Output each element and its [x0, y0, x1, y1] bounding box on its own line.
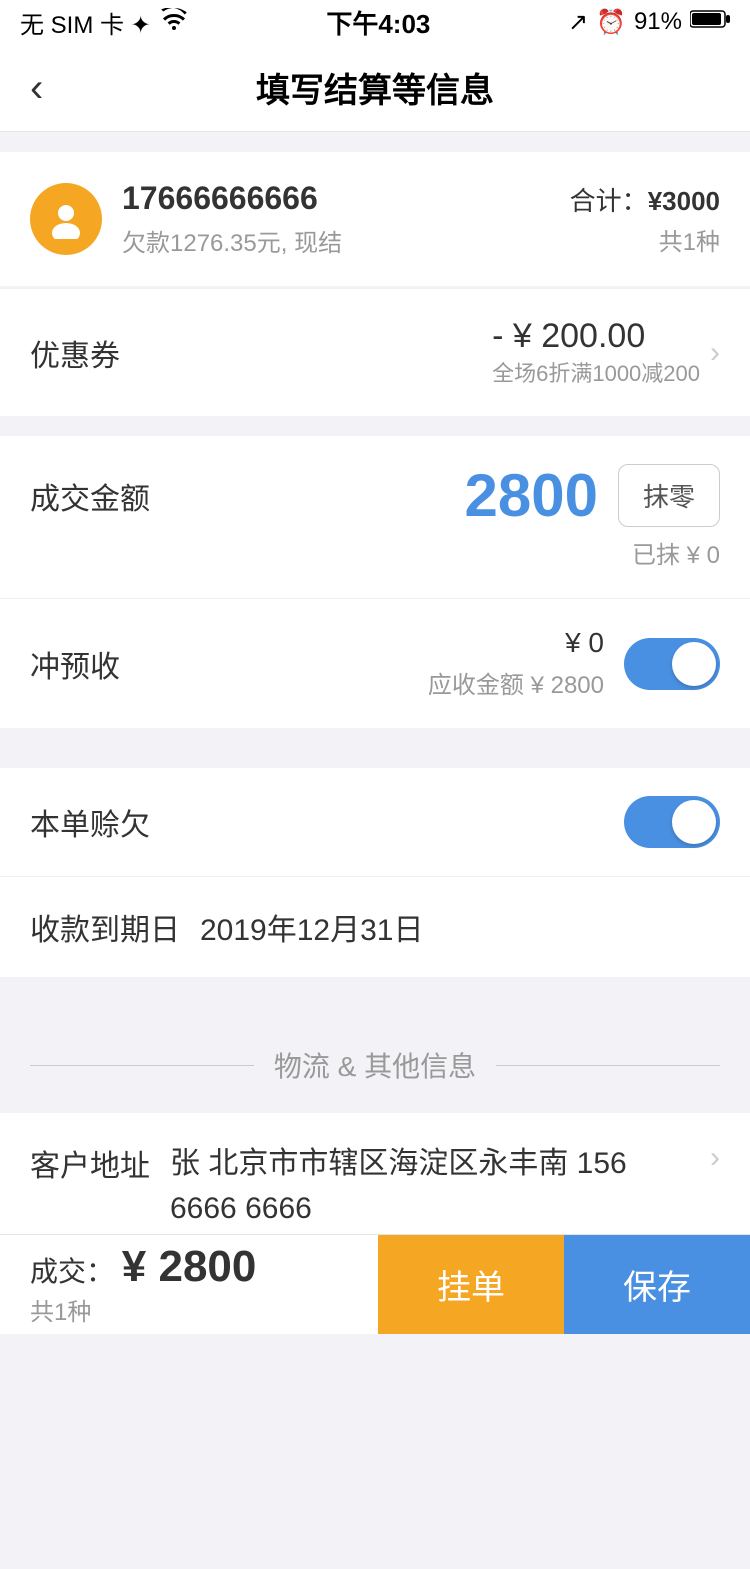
chevron-right-icon: ›: [710, 336, 720, 370]
status-bar: 无 SIM 卡 ✦ 下午4:03 ↗ ⏰ 91%: [0, 0, 750, 44]
pre-collection-label: 冲预收: [30, 642, 120, 686]
status-time: 下午4:03: [326, 4, 430, 41]
pre-collection-sub: 应收金额 ¥ 2800: [428, 665, 604, 700]
coupon-right: - ¥ 200.00 全场6折满1000减200 ›: [492, 317, 720, 388]
hang-button[interactable]: 挂单: [378, 1235, 564, 1334]
pre-collection-toggle[interactable]: [624, 638, 720, 690]
coupon-label: 优惠券: [30, 331, 120, 375]
battery-icon: [690, 8, 730, 36]
footer-amount: ¥ 2800: [122, 1242, 257, 1291]
address-chevron-icon: ›: [710, 1141, 720, 1175]
address-label: 客户地址: [30, 1141, 150, 1185]
customer-info: 17666666666 欠款1276.35元, 现结: [122, 180, 342, 258]
pre-collection-row: 冲预收 ¥ 0 应收金额 ¥ 2800: [0, 598, 750, 728]
divider-line-right: [496, 1065, 720, 1066]
footer: 成交： ¥ 2800 共1种 挂单 保存: [0, 1234, 750, 1334]
deal-amount-label: 成交金额: [30, 474, 150, 518]
deal-amount-row: 成交金额 2800 抹零: [30, 464, 720, 527]
deal-amount-value: 2800: [465, 466, 598, 526]
pre-collection-info: ¥ 0 应收金额 ¥ 2800: [428, 627, 604, 700]
customer-total: 合计：¥3000 共1种: [570, 181, 720, 257]
coupon-desc: 全场6折满1000减200: [492, 356, 700, 388]
alarm-icon: ⏰: [596, 8, 626, 37]
customer-left: 17666666666 欠款1276.35元, 现结: [30, 180, 342, 258]
save-button[interactable]: 保存: [564, 1235, 750, 1334]
divider-1: [0, 416, 750, 436]
pre-collection-amount: ¥ 0: [565, 627, 604, 659]
back-button[interactable]: ‹: [30, 68, 43, 108]
due-date-label: 收款到期日: [30, 905, 180, 949]
deal-amount-section: 成交金额 2800 抹零 已抹 ¥ 0: [0, 436, 750, 598]
logistics-header: 物流 & 其他信息: [0, 1017, 750, 1113]
footer-count: 共1种: [30, 1292, 348, 1327]
debt-label: 本单赊欠: [30, 800, 150, 844]
battery-text: 91%: [634, 8, 682, 36]
location-icon: ↗: [568, 8, 588, 37]
nav-bar: ‹ 填写结算等信息: [0, 44, 750, 132]
signal-text: 无 SIM 卡 ✦: [20, 5, 151, 40]
round-down-button[interactable]: 抹零: [618, 464, 720, 527]
wifi-icon: [159, 8, 189, 37]
round-sub-info: 已抹 ¥ 0: [30, 535, 720, 570]
footer-deal-row: 成交： ¥ 2800: [30, 1242, 348, 1292]
total-label: 合计：¥3000: [570, 181, 720, 218]
total-count: 共1种: [570, 222, 720, 257]
status-left: 无 SIM 卡 ✦: [20, 5, 189, 40]
footer-deal-label: 成交：: [30, 1256, 114, 1287]
customer-sub: 欠款1276.35元, 现结: [122, 223, 342, 258]
customer-phone: 17666666666: [122, 180, 342, 217]
coupon-discount: - ¥ 200.00: [492, 317, 700, 356]
due-date-value: 2019年12月31日: [200, 905, 423, 949]
coupon-row[interactable]: 优惠券 - ¥ 200.00 全场6折满1000减200 ›: [0, 288, 750, 416]
divider-3: [0, 977, 750, 997]
page-title: 填写结算等信息: [256, 63, 494, 112]
debt-toggle[interactable]: [624, 796, 720, 848]
due-date-row: 收款到期日 2019年12月31日: [0, 876, 750, 977]
divider-2: [0, 728, 750, 748]
footer-info: 成交： ¥ 2800 共1种: [0, 1242, 378, 1327]
avatar: [30, 183, 102, 255]
logistics-title: 物流 & 其他信息: [274, 1045, 476, 1085]
customer-card: 17666666666 欠款1276.35元, 现结 合计：¥3000 共1种: [0, 152, 750, 286]
debt-toggle-knob: [672, 800, 716, 844]
address-value: 张 北京市市辖区海淀区永丰南 156 6666 6666: [170, 1141, 690, 1231]
toggle-knob: [672, 642, 716, 686]
debt-row: 本单赊欠: [0, 768, 750, 876]
divider-line-left: [30, 1065, 254, 1066]
status-right: ↗ ⏰ 91%: [568, 8, 730, 37]
deal-amount-right: 2800 抹零: [465, 464, 721, 527]
